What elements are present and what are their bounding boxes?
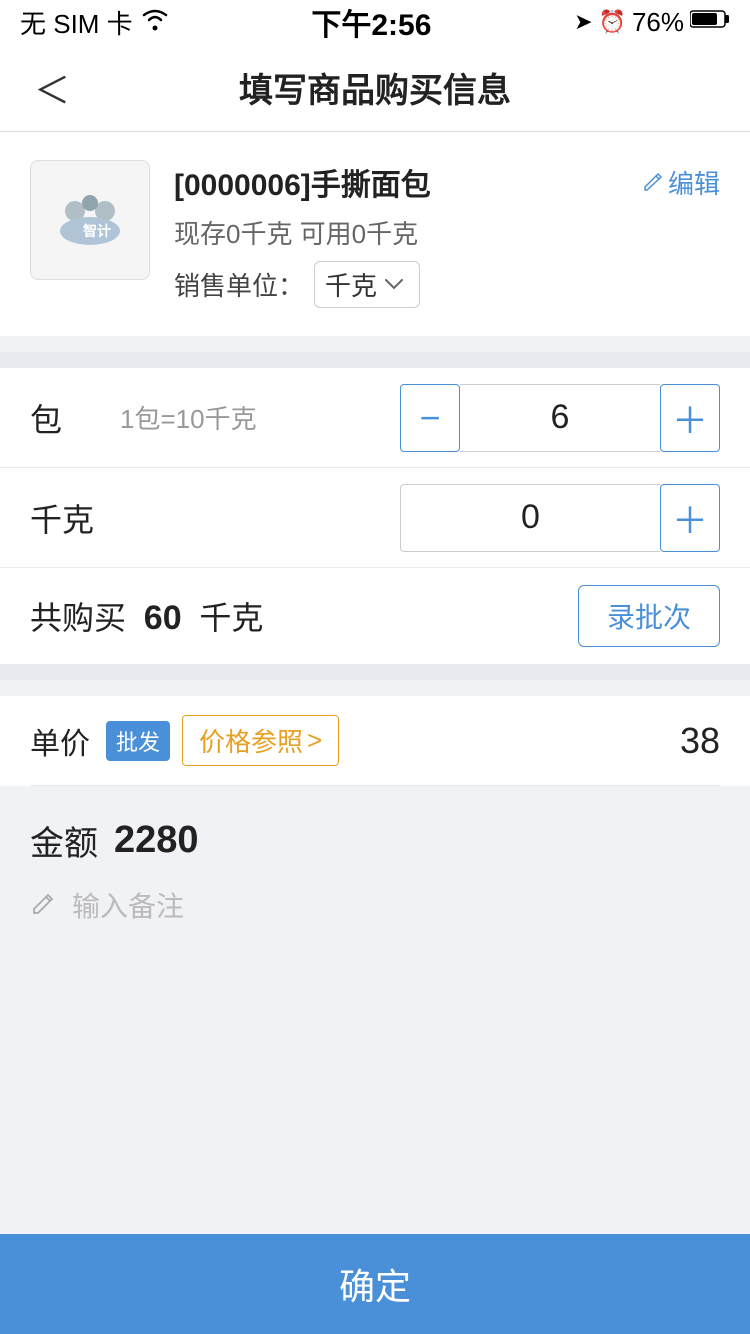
kg-plus-button[interactable]: ＋ xyxy=(660,484,720,552)
unit-label: 销售单位： xyxy=(174,266,304,303)
kg-controls: ＋ xyxy=(400,484,720,552)
amount-value: 2280 xyxy=(114,819,199,862)
amount-row: 金额 2280 xyxy=(30,816,720,865)
confirm-button[interactable]: 确定 xyxy=(0,1234,750,1334)
price-row: 单价 批发 价格参照 > 38 xyxy=(30,696,720,786)
edit-button[interactable]: 编辑 xyxy=(642,164,720,201)
kg-quantity-input[interactable] xyxy=(400,484,660,552)
total-row: 共购买 60 千克 录批次 xyxy=(0,568,750,664)
pencil-icon xyxy=(30,888,58,923)
total-qty: 60 xyxy=(144,599,182,637)
spacer xyxy=(0,945,750,1234)
note-row[interactable]: 输入备注 xyxy=(30,885,720,925)
price-tag: 批发 xyxy=(106,721,170,761)
section-divider-2 xyxy=(0,664,750,680)
amount-section: 金额 2280 输入备注 xyxy=(0,786,750,945)
bao-minus-button[interactable]: − xyxy=(400,384,460,452)
note-placeholder: 输入备注 xyxy=(72,885,184,925)
location-icon: ➤ xyxy=(574,9,592,35)
alarm-icon: ⏰ xyxy=(599,9,626,35)
total-text: 共购买 60 千克 xyxy=(30,593,263,639)
carrier-text: 无 SIM 卡 xyxy=(20,4,133,41)
wifi-icon xyxy=(141,7,169,38)
back-button[interactable]: ＜ xyxy=(24,52,80,124)
product-name-row: [0000006]手撕面包 编辑 xyxy=(174,160,720,204)
price-section: 单价 批发 价格参照 > 38 xyxy=(0,696,750,786)
product-card: 智计 [0000006]手撕面包 编辑 现存0千克 可用0千克 销售单位： 千克 xyxy=(0,132,750,336)
kg-label: 千克 xyxy=(30,495,110,541)
battery-text: 76% xyxy=(632,7,684,38)
bao-controls: − ＋ xyxy=(400,384,720,452)
bao-hint: 1包=10千克 xyxy=(120,399,257,436)
input-section: 包 1包=10千克 − ＋ 千克 ＋ xyxy=(0,368,750,568)
bao-input-row: 包 1包=10千克 − ＋ xyxy=(0,368,750,468)
status-time: 下午2:56 xyxy=(311,0,431,44)
status-right: ➤ ⏰ 76% xyxy=(574,7,730,38)
price-value: 38 xyxy=(680,720,720,762)
product-stock: 现存0千克 可用0千克 xyxy=(174,214,720,251)
price-label: 单价 xyxy=(30,719,90,763)
svg-text:智计: 智计 xyxy=(82,223,111,239)
status-bar: 无 SIM 卡 下午2:56 ➤ ⏰ 76% xyxy=(0,0,750,44)
nav-bar: ＜ 填写商品购买信息 xyxy=(0,44,750,132)
unit-select[interactable]: 千克 xyxy=(314,261,420,308)
kg-input-row: 千克 ＋ xyxy=(0,468,750,568)
battery-icon xyxy=(690,8,730,36)
bao-label: 包 xyxy=(30,395,110,441)
section-divider-1 xyxy=(0,352,750,368)
record-batch-button[interactable]: 录批次 xyxy=(578,585,720,647)
product-unit-row: 销售单位： 千克 xyxy=(174,261,720,308)
bao-plus-button[interactable]: ＋ xyxy=(660,384,720,452)
page-title: 填写商品购买信息 xyxy=(239,63,511,112)
product-info: [0000006]手撕面包 编辑 现存0千克 可用0千克 销售单位： 千克 xyxy=(174,160,720,308)
product-thumbnail: 智计 xyxy=(30,160,150,280)
product-name: [0000006]手撕面包 xyxy=(174,160,431,204)
status-left: 无 SIM 卡 xyxy=(20,4,169,41)
price-ref-button[interactable]: 价格参照 > xyxy=(182,715,339,766)
bao-quantity-input[interactable] xyxy=(460,384,660,452)
amount-label: 金额 xyxy=(30,816,98,865)
